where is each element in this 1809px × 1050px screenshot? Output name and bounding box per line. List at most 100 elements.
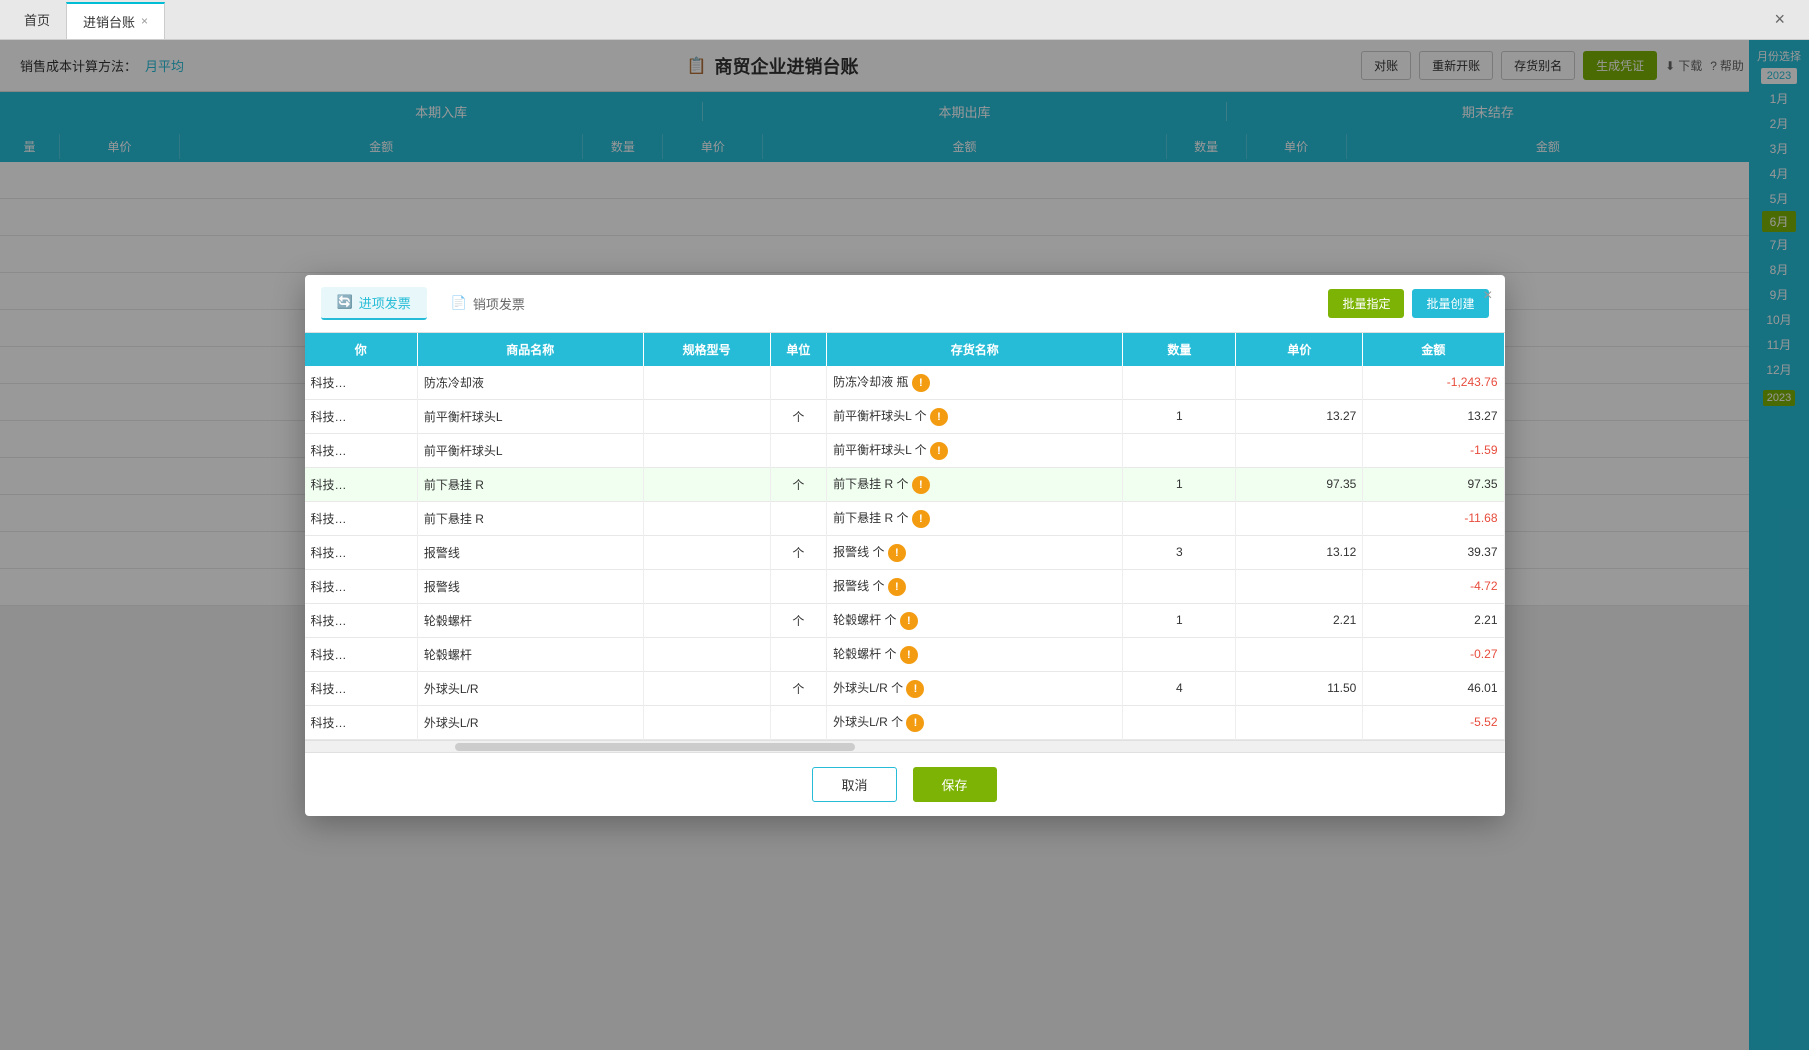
scrollbar-thumb[interactable]: [455, 743, 855, 751]
main-background: 销售成本计算方法： 月平均 📋 商贸企业进销台账 对账 重新开账 存货别名 生成…: [0, 40, 1809, 1050]
cell-qty: 1: [1123, 603, 1236, 637]
cell-qty: 4: [1123, 671, 1236, 705]
cell-company: 科技…: [305, 671, 418, 705]
warning-icon[interactable]: !: [888, 578, 906, 596]
cell-company: 科技…: [305, 535, 418, 569]
cell-unit: [770, 433, 826, 467]
modal-footer: 取消 保存: [305, 752, 1505, 816]
warning-icon[interactable]: !: [912, 510, 930, 528]
cell-spec: [643, 671, 770, 705]
cell-spec: [643, 433, 770, 467]
cell-amount: 13.27: [1363, 399, 1504, 433]
cell-inventory: 前下悬挂 R 个 !: [827, 467, 1123, 501]
cell-inventory: 外球头L/R 个 !: [827, 671, 1123, 705]
cell-price: 11.50: [1236, 671, 1363, 705]
cell-spec: [643, 399, 770, 433]
batch-assign-button[interactable]: 批量指定: [1328, 289, 1404, 318]
modal-table-container[interactable]: 你 商品名称 规格型号 单位 存货名称 数量 单价 金额 科技… 防冻冷却液: [305, 333, 1505, 740]
cell-inventory: 前平衡杆球头L 个 !: [827, 399, 1123, 433]
table-row: 科技… 前下悬挂 R 前下悬挂 R 个 ! -11.68: [305, 501, 1505, 535]
warning-icon[interactable]: !: [912, 374, 930, 392]
warning-icon[interactable]: !: [930, 408, 948, 426]
col-product: 商品名称: [417, 333, 643, 366]
tab-purchase-invoice[interactable]: 🔄 进项发票: [321, 287, 427, 320]
col-amount: 金额: [1363, 333, 1504, 366]
table-row: 科技… 前平衡杆球头L 前平衡杆球头L 个 ! -1.59: [305, 433, 1505, 467]
warning-icon[interactable]: !: [906, 714, 924, 732]
warning-icon[interactable]: !: [900, 646, 918, 664]
batch-create-button[interactable]: 批量创建: [1412, 289, 1488, 318]
cell-unit: 个: [770, 467, 826, 501]
sales-tab-label: 销项发票: [473, 294, 525, 313]
col-unit: 单位: [770, 333, 826, 366]
cell-unit: 个: [770, 535, 826, 569]
tab-home-label: 首页: [24, 10, 50, 29]
cell-qty: 1: [1123, 467, 1236, 501]
warning-icon[interactable]: !: [930, 442, 948, 460]
tab-close-icon[interactable]: ×: [141, 14, 148, 28]
cell-company: 科技…: [305, 705, 418, 739]
cell-product: 轮毂螺杆: [417, 603, 643, 637]
modal-header: 🔄 进项发票 📄 销项发票 批量指定 批量创建 ×: [305, 275, 1505, 333]
cell-amount: -1.59: [1363, 433, 1504, 467]
cell-product: 轮毂螺杆: [417, 637, 643, 671]
tab-home[interactable]: 首页: [8, 2, 66, 37]
tab-sales-invoice[interactable]: 📄 销项发票: [435, 288, 541, 319]
tab-bar: 首页 进销台账 × ×: [0, 0, 1809, 40]
cell-qty: [1123, 705, 1236, 739]
save-button[interactable]: 保存: [913, 767, 997, 802]
cell-qty: [1123, 637, 1236, 671]
cell-spec: [643, 705, 770, 739]
modal-close-button[interactable]: ×: [1483, 287, 1492, 305]
cell-price: [1236, 501, 1363, 535]
cell-inventory: 轮毂螺杆 个 !: [827, 637, 1123, 671]
cell-inventory: 外球头L/R 个 !: [827, 705, 1123, 739]
cell-spec: [643, 637, 770, 671]
warning-icon[interactable]: !: [900, 612, 918, 630]
window-close-icon[interactable]: ×: [1758, 9, 1801, 30]
cell-qty: [1123, 501, 1236, 535]
modal-horizontal-scrollbar[interactable]: [305, 740, 1505, 752]
cell-spec: [643, 535, 770, 569]
cell-amount: -5.52: [1363, 705, 1504, 739]
cell-qty: [1123, 569, 1236, 603]
cell-price: 2.21: [1236, 603, 1363, 637]
cell-price: [1236, 569, 1363, 603]
cell-price: [1236, 366, 1363, 400]
table-row: 科技… 轮毂螺杆 个 轮毂螺杆 个 ! 1 2.21 2.21: [305, 603, 1505, 637]
cell-product: 防冻冷却液: [417, 366, 643, 400]
cell-qty: [1123, 366, 1236, 400]
cell-inventory: 报警线 个 !: [827, 569, 1123, 603]
cell-amount: 39.37: [1363, 535, 1504, 569]
table-row: 科技… 报警线 个 报警线 个 ! 3 13.12 39.37: [305, 535, 1505, 569]
cancel-button[interactable]: 取消: [812, 767, 896, 802]
col-price: 单价: [1236, 333, 1363, 366]
cell-amount: 2.21: [1363, 603, 1504, 637]
warning-icon[interactable]: !: [906, 680, 924, 698]
warning-icon[interactable]: !: [912, 476, 930, 494]
cell-company: 科技…: [305, 637, 418, 671]
cell-company: 科技…: [305, 366, 418, 400]
cell-price: [1236, 705, 1363, 739]
table-row: 科技… 报警线 报警线 个 ! -4.72: [305, 569, 1505, 603]
cell-spec: [643, 467, 770, 501]
cell-unit: [770, 705, 826, 739]
cell-price: [1236, 637, 1363, 671]
cell-amount: -1,243.76: [1363, 366, 1504, 400]
table-header-row: 你 商品名称 规格型号 单位 存货名称 数量 单价 金额: [305, 333, 1505, 366]
cell-price: 13.27: [1236, 399, 1363, 433]
cell-spec: [643, 366, 770, 400]
warning-icon[interactable]: !: [888, 544, 906, 562]
cell-product: 报警线: [417, 569, 643, 603]
modal-header-actions: 批量指定 批量创建: [1328, 289, 1488, 318]
purchase-tab-label: 进项发票: [359, 293, 411, 312]
tab-ledger[interactable]: 进销台账 ×: [66, 2, 165, 39]
cell-company: 科技…: [305, 467, 418, 501]
cell-inventory: 防冻冷却液 瓶 !: [827, 366, 1123, 400]
cell-unit: [770, 569, 826, 603]
cell-unit: 个: [770, 603, 826, 637]
cell-company: 科技…: [305, 569, 418, 603]
cell-amount: -4.72: [1363, 569, 1504, 603]
cell-qty: 1: [1123, 399, 1236, 433]
modal-dialog: 🔄 进项发票 📄 销项发票 批量指定 批量创建 ×: [305, 275, 1505, 816]
